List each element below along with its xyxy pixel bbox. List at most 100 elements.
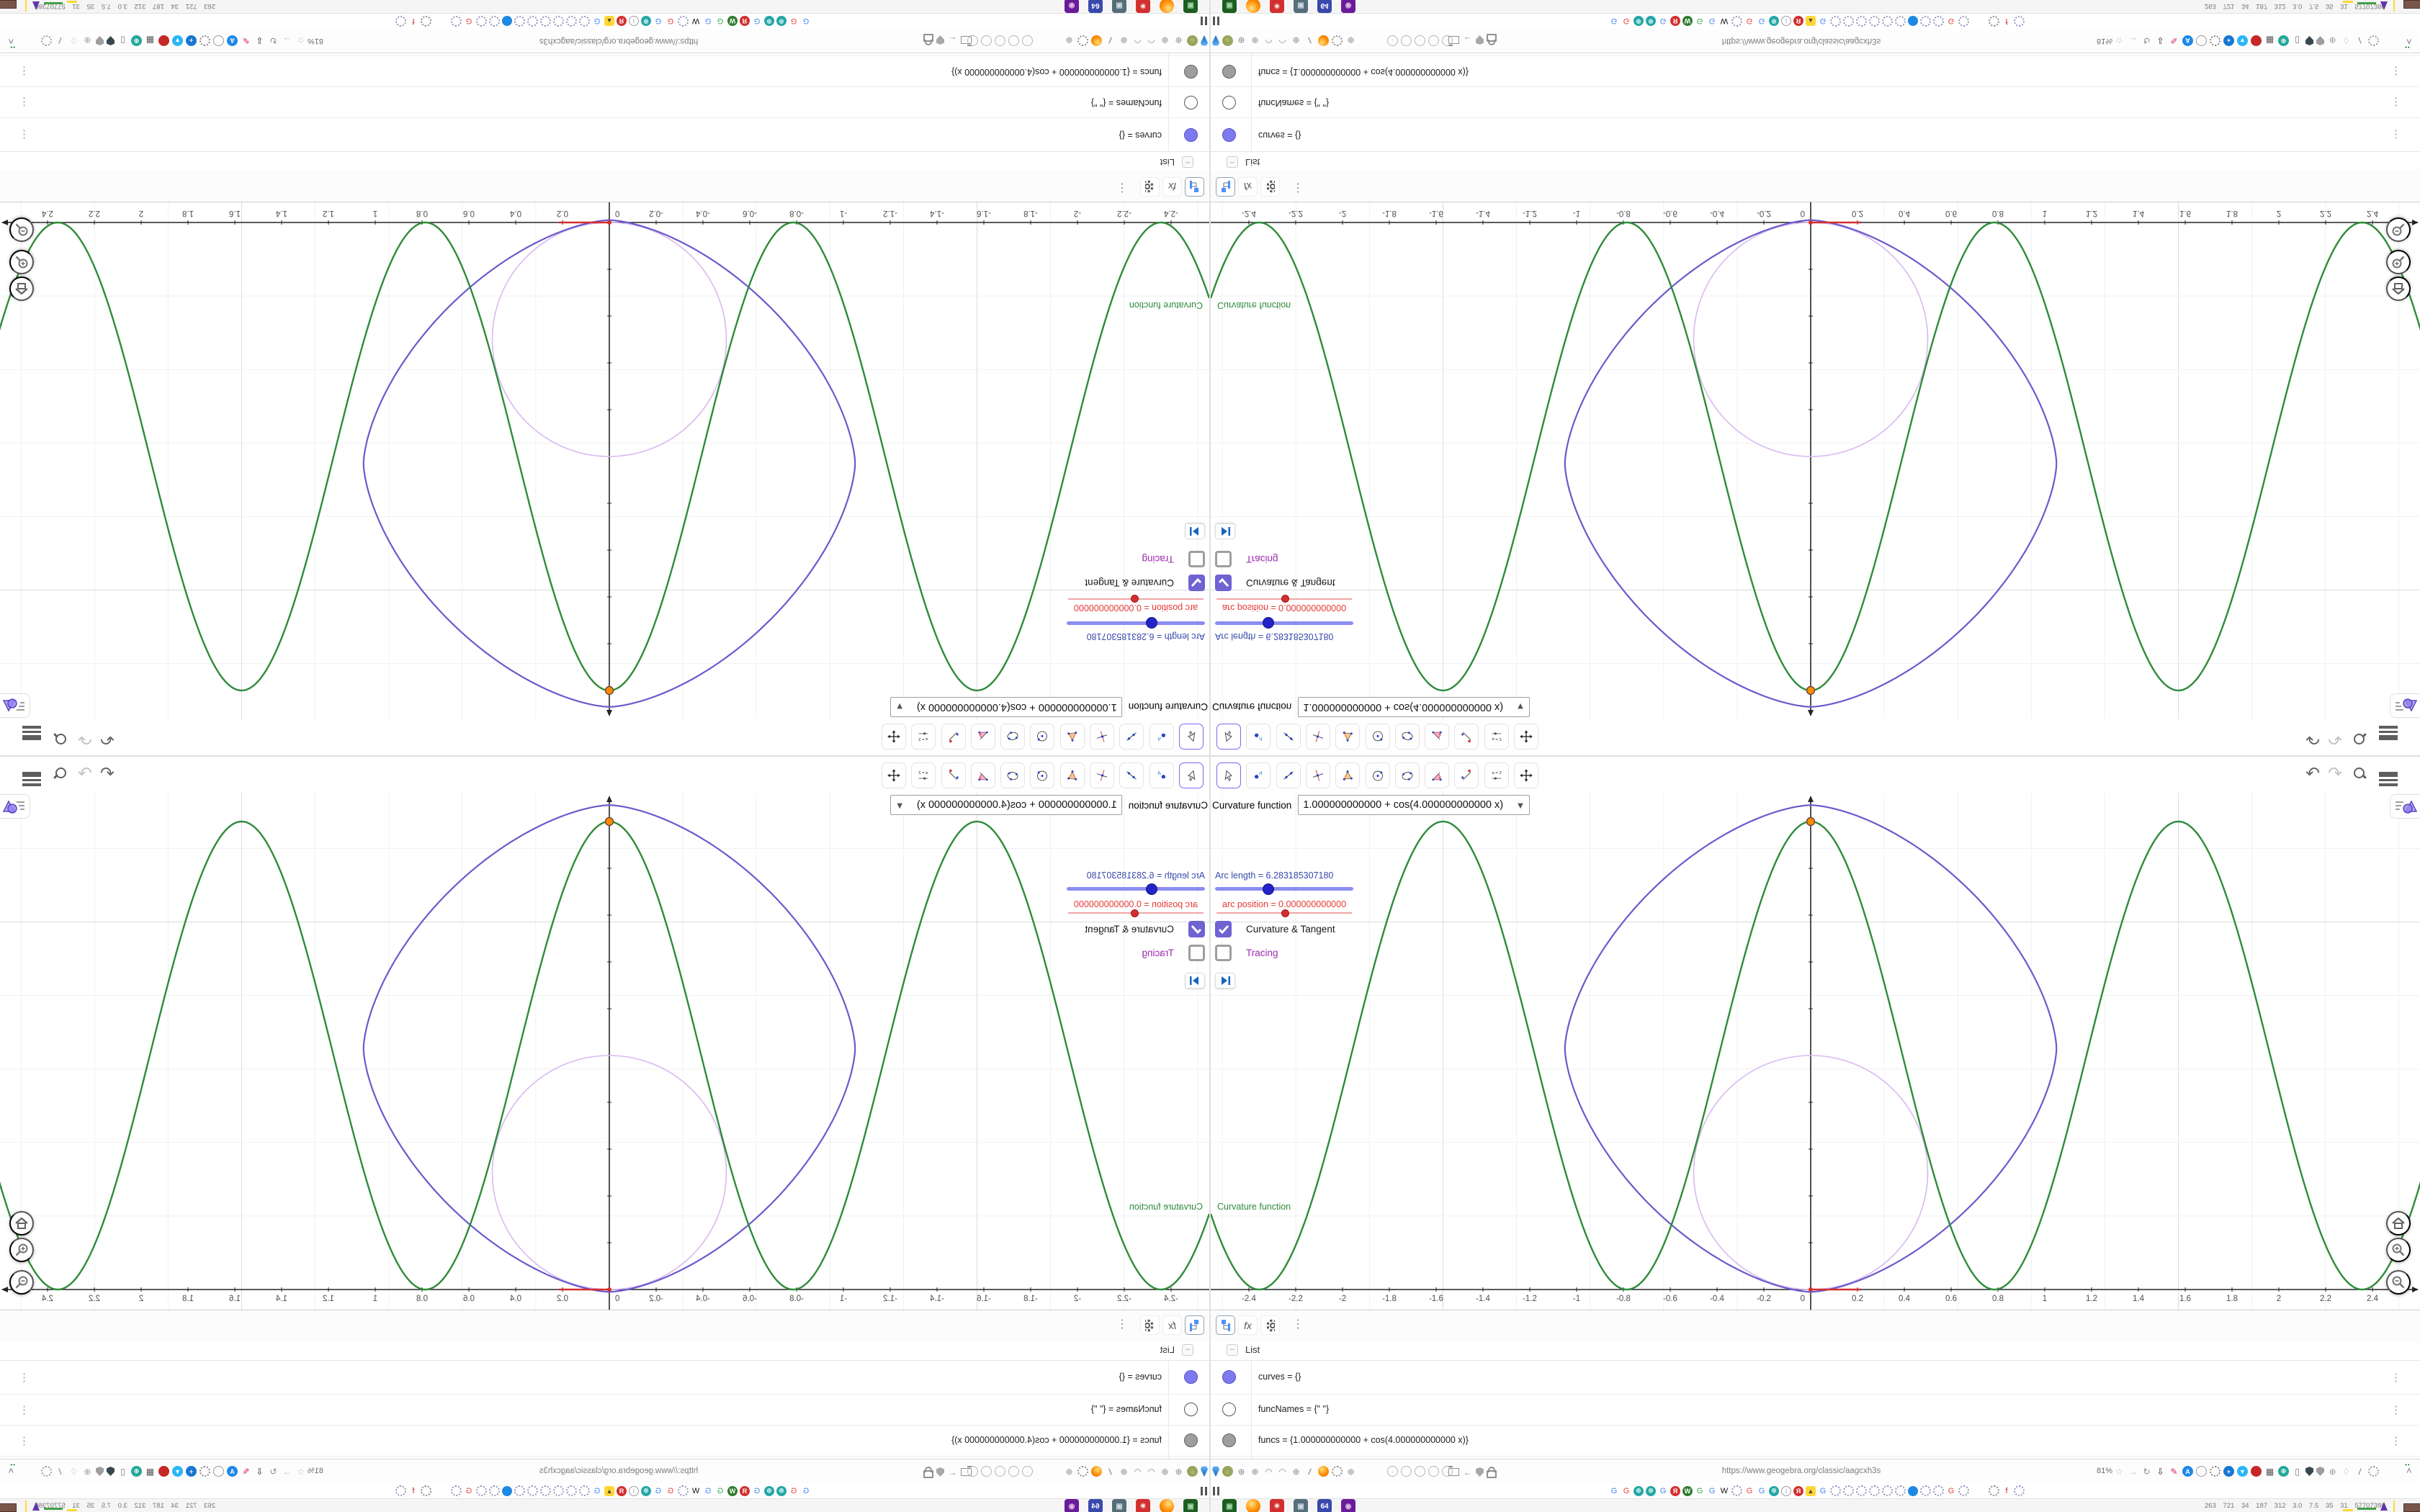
shield-down-icon[interactable]: ▼	[2237, 1466, 2248, 1477]
lock-icon[interactable]	[1487, 34, 1497, 42]
tab-dot-icon[interactable]	[1401, 1466, 1412, 1477]
flower-favicon[interactable]	[451, 16, 462, 27]
google-favicon[interactable]: G	[1744, 1486, 1754, 1496]
wrench-icon[interactable]: /	[54, 1465, 66, 1477]
tool-point[interactable]: A	[1246, 762, 1271, 788]
tool-move-graphics-view[interactable]	[882, 762, 906, 788]
tool-angle[interactable]: α	[970, 762, 995, 788]
floppy-app-icon[interactable]: 64	[1317, 0, 1332, 13]
floppy-app-icon[interactable]: 64	[1088, 0, 1103, 13]
algebra-row-funcnames[interactable]: funcNames = {" "} ⋮	[1211, 86, 2420, 118]
gear-icon[interactable]	[200, 35, 210, 46]
row-menu-icon[interactable]: ⋮	[2390, 128, 2401, 141]
zoom-in-button[interactable]	[9, 250, 34, 274]
download-icon[interactable]: ⇩	[254, 35, 265, 46]
translate-icon[interactable]: A	[2182, 1466, 2193, 1477]
pen-icon[interactable]: ✎	[2169, 1466, 2179, 1477]
google-favicon[interactable]: G	[1621, 17, 1631, 27]
google-favicon[interactable]: G	[1609, 17, 1619, 27]
tool-polygon[interactable]	[1059, 724, 1085, 750]
globe-icon[interactable]: ⊕	[2327, 35, 2338, 46]
globe-favicon[interactable]: ⊕	[1634, 1485, 1644, 1496]
pen-icon[interactable]: ✎	[241, 35, 251, 46]
firefox-app-icon[interactable]	[1246, 0, 1260, 13]
google-favicon[interactable]: G	[715, 17, 725, 27]
tool-point[interactable]: A	[1246, 724, 1271, 750]
wrench-icon[interactable]: /	[1104, 35, 1116, 47]
archive-icon[interactable]: ▯	[2292, 35, 2303, 46]
flower-favicon[interactable]	[1933, 1485, 1944, 1496]
oval-icon[interactable]	[2196, 35, 2207, 46]
flower-favicon[interactable]	[2014, 1485, 2025, 1496]
visibility-marble[interactable]	[1222, 96, 1236, 109]
arc-length-slider-thumb[interactable]	[1146, 883, 1158, 895]
arc-position-slider[interactable]	[1068, 595, 1204, 603]
arrow-icon[interactable]: →	[2128, 35, 2138, 46]
undo-button[interactable]: ↶	[97, 726, 118, 751]
flower-favicon[interactable]	[1856, 16, 1867, 27]
tool-slider[interactable]: a = 2	[1484, 724, 1509, 750]
globe-icon[interactable]: ⊕	[1236, 1466, 1247, 1477]
trash-icon[interactable]: ▦	[2264, 1466, 2275, 1477]
tool-line[interactable]	[1119, 724, 1144, 750]
globe-icon[interactable]: ⊕	[1345, 1466, 1356, 1477]
google-favicon[interactable]: G	[1818, 17, 1828, 27]
tool-move-graphics-view[interactable]	[1514, 762, 1538, 788]
play-pause-button[interactable]	[1215, 973, 1235, 989]
gear-icon[interactable]	[1077, 1466, 1088, 1477]
translate-icon[interactable]: A	[2182, 35, 2193, 46]
lock-icon[interactable]	[923, 34, 933, 42]
graphics-panel-tab[interactable]	[0, 794, 30, 819]
star-icon[interactable]: ☆	[2114, 1466, 2125, 1477]
gear-icon[interactable]	[1077, 35, 1088, 46]
tab-dot-icon[interactable]	[1008, 1466, 1019, 1477]
chevron-down-icon[interactable]: ▼	[895, 800, 905, 811]
tool-polygon[interactable]	[1059, 762, 1085, 788]
settings-app-icon[interactable]: ✳	[1136, 1499, 1150, 1512]
tool-move-graphics-view[interactable]	[882, 724, 906, 750]
redo-button[interactable]: ↷	[2324, 761, 2346, 786]
terminal-app-icon[interactable]: ▣	[1183, 1499, 1198, 1512]
floppy-app-icon[interactable]: 64	[1317, 1499, 1332, 1512]
images-favicon[interactable]: ▲	[604, 1485, 614, 1496]
tree-view-button[interactable]	[1185, 177, 1204, 197]
arc-position-slider[interactable]	[1216, 909, 1352, 917]
chevron-down-icon[interactable]: ▼	[1515, 702, 1525, 713]
folder-icon[interactable]	[1448, 36, 1459, 44]
redo-button[interactable]: ↷	[74, 726, 96, 751]
flower-favicon[interactable]	[1830, 16, 1841, 27]
tool-slider[interactable]: a = 2	[911, 762, 936, 788]
search-button[interactable]	[2349, 761, 2370, 786]
flower-favicon[interactable]	[1731, 16, 1742, 27]
globe-icon[interactable]: ⊕	[131, 1466, 142, 1477]
gauge-icon[interactable]: ◠	[1277, 35, 1288, 46]
search-button[interactable]	[50, 726, 71, 751]
row-menu-icon[interactable]: ⋮	[2390, 1403, 2401, 1416]
tool-polygon[interactable]	[1335, 724, 1361, 750]
gear-icon[interactable]	[1332, 1466, 1343, 1477]
google-favicon[interactable]: G	[464, 1486, 474, 1496]
gear-icon[interactable]	[1332, 35, 1343, 46]
tab-dot-icon[interactable]	[1428, 35, 1439, 46]
flower-favicon[interactable]	[514, 16, 525, 27]
tool-circle-center-point[interactable]	[1030, 762, 1055, 788]
globe-favicon[interactable]: ⊕	[776, 16, 786, 27]
info-favicon[interactable]: i	[629, 1485, 639, 1496]
translate-icon[interactable]: A	[227, 1466, 238, 1477]
more-options-icon[interactable]: ⋮	[1292, 181, 1304, 195]
lock-icon[interactable]	[923, 1470, 933, 1478]
tool-reflect[interactable]	[941, 724, 966, 750]
terminal-app-icon[interactable]: ▣	[1222, 0, 1237, 13]
settings-app-icon[interactable]: ✳	[1136, 0, 1150, 13]
gear-icon[interactable]	[2368, 35, 2379, 46]
globe-favicon[interactable]: ⊕	[1634, 16, 1644, 27]
folder-icon[interactable]	[961, 36, 972, 44]
tool-reflect[interactable]	[1454, 762, 1479, 788]
flower-favicon[interactable]	[1958, 16, 1969, 27]
extension-icon[interactable]: ○	[1187, 1466, 1198, 1477]
shield-icon[interactable]	[96, 1467, 104, 1476]
globe-icon[interactable]: ⊕	[82, 1466, 93, 1477]
chevron-down-icon[interactable]: ▼	[895, 702, 905, 713]
url-bar[interactable]: https://www.geogebra.org/classic/aagcxh3…	[1679, 29, 1924, 53]
diamond-icon[interactable]: ♢	[68, 1466, 79, 1477]
